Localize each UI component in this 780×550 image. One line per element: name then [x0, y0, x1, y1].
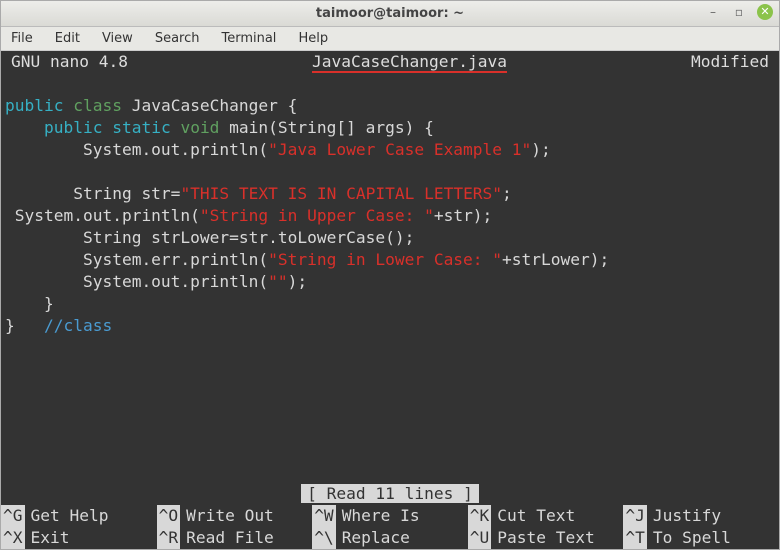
code-text: );: [288, 272, 308, 291]
menubar: File Edit View Search Terminal Help: [1, 27, 779, 51]
nano-status: [ Read 11 lines ]: [1, 483, 779, 505]
code-text: +str);: [434, 206, 492, 225]
code-blank: [5, 162, 15, 181]
code-string: "THIS TEXT IS IN CAPITAL LETTERS": [180, 184, 502, 203]
menu-terminal[interactable]: Terminal: [217, 29, 280, 48]
terminal[interactable]: GNU nano 4.8 JavaCaseChanger.java Modifi…: [1, 51, 779, 549]
menu-file[interactable]: File: [7, 29, 37, 48]
code-text: ;: [502, 184, 512, 203]
menu-search[interactable]: Search: [151, 29, 204, 48]
close-icon[interactable]: ✕: [757, 4, 773, 20]
code-text: +strLower);: [502, 250, 609, 269]
code-string: "String in Upper Case: ": [200, 206, 434, 225]
shortcut-label: To Spell: [653, 527, 731, 549]
code-text: main(String[] args) {: [219, 118, 433, 137]
code-string: "String in Lower Case: ": [268, 250, 502, 269]
shortcut-read-file[interactable]: ^RRead File: [157, 527, 313, 549]
shortcut-to-spell[interactable]: ^T To Spell: [623, 527, 779, 549]
shortcut-key: ^J: [623, 505, 647, 527]
nano-status-text: [ Read 11 lines ]: [301, 484, 479, 503]
shortcut-label: Cut Text: [497, 505, 575, 527]
code-text: }: [5, 294, 54, 313]
shortcut-where-is[interactable]: ^W Where Is: [312, 505, 468, 527]
shortcut-label: Read File: [186, 527, 274, 549]
shortcut-key: ^K: [468, 505, 492, 527]
menu-view[interactable]: View: [98, 29, 137, 48]
minimize-icon[interactable]: –: [705, 4, 721, 20]
menu-edit[interactable]: Edit: [51, 29, 84, 48]
shortcut-label: Replace: [342, 527, 410, 549]
code-kw: public: [5, 96, 63, 115]
shortcut-key: ^U: [468, 527, 492, 549]
menu-help[interactable]: Help: [294, 29, 332, 48]
nano-modified: Modified: [691, 51, 769, 73]
shortcut-key: ^W: [312, 505, 336, 527]
code-text: JavaCaseChanger {: [122, 96, 297, 115]
shortcut-write-out[interactable]: ^OWrite Out: [157, 505, 313, 527]
shortcut-cut-text[interactable]: ^KCut Text: [468, 505, 624, 527]
code-kw: public: [5, 118, 102, 137]
shortcut-row-1: ^G Get Help ^OWrite Out ^W Where Is ^KCut …: [1, 505, 779, 527]
nano-header: GNU nano 4.8 JavaCaseChanger.java Modifi…: [1, 51, 779, 73]
shortcut-key: ^X: [1, 527, 25, 549]
code-text: }: [5, 316, 44, 335]
shortcut-exit[interactable]: ^X Exit: [1, 527, 157, 549]
titlebar: taimoor@taimoor: ~ – ▫ ✕: [1, 1, 779, 27]
window-title: taimoor@taimoor: ~: [316, 6, 464, 21]
nano-filename: JavaCaseChanger.java: [312, 52, 507, 73]
shortcut-key: ^\: [312, 527, 336, 549]
code-text: );: [531, 140, 551, 159]
shortcut-key: ^G: [1, 505, 25, 527]
code-kw: void: [171, 118, 220, 137]
shortcut-paste-text[interactable]: ^UPaste Text: [468, 527, 624, 549]
window-controls: – ▫ ✕: [705, 4, 773, 20]
code-string: "": [268, 272, 288, 291]
shortcut-key: ^T: [623, 527, 647, 549]
code-text: System.err.println(: [5, 250, 268, 269]
shortcut-label: Exit: [31, 527, 70, 549]
code-text: System.out.println(: [5, 140, 268, 159]
shortcut-get-help[interactable]: ^G Get Help: [1, 505, 157, 527]
app-window: taimoor@taimoor: ~ – ▫ ✕ File Edit View …: [0, 0, 780, 550]
shortcut-label: Where Is: [342, 505, 420, 527]
nano-version: GNU nano 4.8: [11, 51, 128, 73]
editor-content[interactable]: public class JavaCaseChanger { public st…: [1, 73, 779, 359]
maximize-icon[interactable]: ▫: [731, 4, 747, 20]
code-string: "Java Lower Case Example 1": [268, 140, 531, 159]
shortcut-label: Paste Text: [497, 527, 594, 549]
code-text: String strLower=str.toLowerCase();: [5, 228, 414, 247]
nano-filename-wrap: JavaCaseChanger.java: [128, 51, 691, 73]
code-text: System.out.println(: [5, 206, 200, 225]
shortcut-justify[interactable]: ^J Justify: [623, 505, 779, 527]
code-kw: class: [63, 96, 121, 115]
shortcut-label: Justify: [653, 505, 721, 527]
code-comment: //class: [44, 316, 112, 335]
shortcut-key: ^R: [157, 527, 181, 549]
shortcut-key: ^O: [157, 505, 181, 527]
shortcut-row-2: ^X Exit ^RRead File ^\ Replace ^UPaste Tex…: [1, 527, 779, 549]
code-text: String str=: [5, 184, 180, 203]
code-text: System.out.println(: [5, 272, 268, 291]
shortcut-replace[interactable]: ^\ Replace: [312, 527, 468, 549]
shortcut-label: Write Out: [186, 505, 274, 527]
nano-shortcuts: ^G Get Help ^OWrite Out ^W Where Is ^KCut …: [1, 505, 779, 549]
shortcut-label: Get Help: [31, 505, 109, 527]
code-kw: static: [102, 118, 170, 137]
